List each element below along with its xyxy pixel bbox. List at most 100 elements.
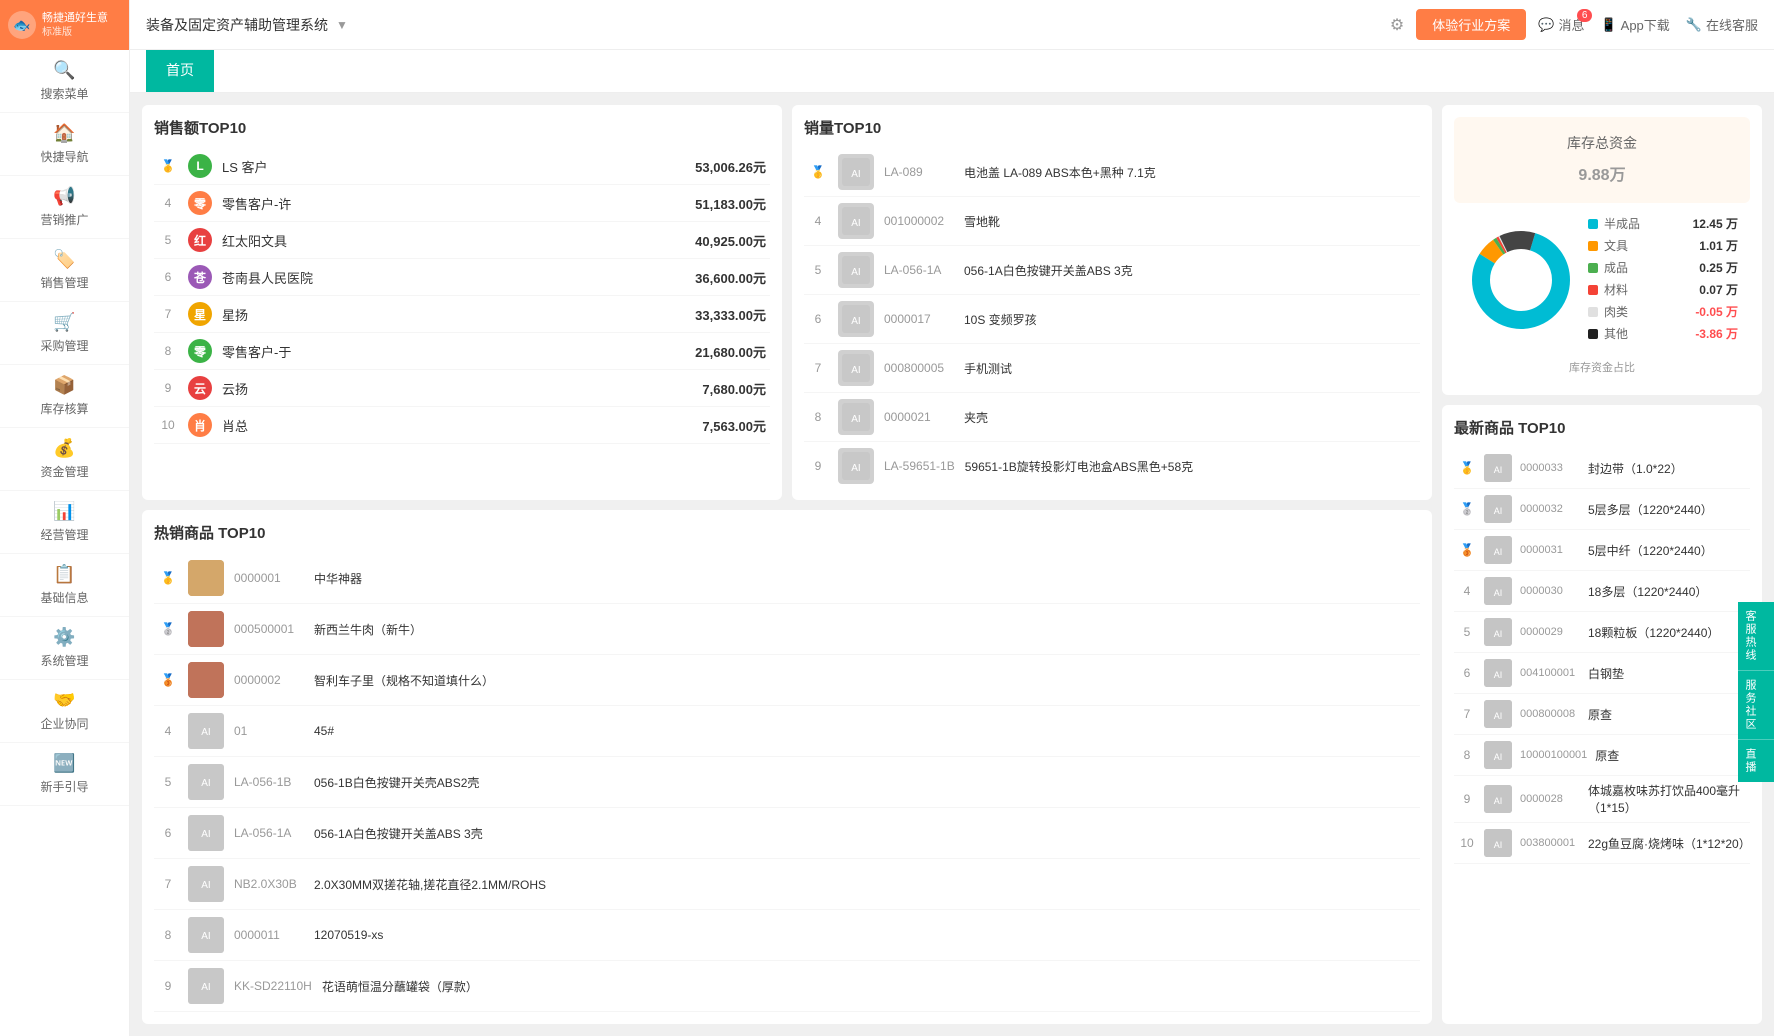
product-img: AI — [188, 968, 224, 1004]
product-name: 体城嘉枚味苏打饮品400毫升（1*15） — [1588, 782, 1746, 816]
hot-product-row: 🥈 000500001 新西兰牛肉（新牛） — [154, 604, 1420, 655]
rank-number: 🥈 — [1458, 502, 1476, 516]
donut-chart — [1466, 225, 1576, 338]
svg-text:AI: AI — [201, 778, 210, 789]
customer-name: 肖总 — [222, 416, 692, 435]
inventory-card: 库存总资金 9.88万 — [1442, 105, 1762, 395]
rank-number: 🥇 — [158, 571, 178, 585]
sidebar-item-guide[interactable]: 🆕 新手引导 — [0, 743, 129, 806]
sidebar-item-label-enterprise: 企业协同 — [40, 715, 88, 732]
sidebar-item-operations[interactable]: 📊 经营管理 — [0, 491, 129, 554]
product-code: 001000002 — [884, 214, 954, 228]
sidebar-item-purchase[interactable]: 🛒 采购管理 — [0, 302, 129, 365]
top-customers-card: 销售额TOP10 🥇 L LS 客户 53,006.26元 4 零 零售客户-许… — [142, 105, 782, 500]
legend-name: 半成品 — [1604, 215, 1687, 232]
product-name: 中华神器 — [314, 570, 1416, 587]
sidebar-item-quicknav[interactable]: 🏠 快捷导航 — [0, 113, 129, 176]
sidebar-item-label-quicknav: 快捷导航 — [40, 148, 88, 165]
sidebar-item-label-operations: 经营管理 — [40, 526, 88, 543]
customer-amount: 33,333.00元 — [695, 305, 766, 324]
newest-product-row: 6 AI 004100001 白钢垫 — [1454, 653, 1750, 694]
top-customer-row: 5 红 红太阳文具 40,925.00元 — [154, 222, 770, 259]
newest-products-title-text: 最新商品 TOP10 — [1454, 417, 1565, 438]
sidebar-item-sales[interactable]: 🏷️ 销售管理 — [0, 239, 129, 302]
product-name: 45# — [314, 724, 1416, 738]
rank-number: 8 — [158, 344, 178, 358]
gear-button[interactable]: ⚙ — [1390, 15, 1404, 35]
sidebar-item-sysadmin[interactable]: ⚙️ 系统管理 — [0, 617, 129, 680]
top-products-sold-title: 销量TOP10 — [804, 117, 1420, 138]
product-name: 2.0X30MM双搓花轴,搓花直径2.1MM/ROHS — [314, 876, 1416, 893]
customer-amount: 51,183.00元 — [695, 194, 766, 213]
rank-number: 7 — [1458, 707, 1476, 721]
product-name: 手机测试 — [964, 360, 1416, 377]
sidebar-item-marketing[interactable]: 📢 营销推广 — [0, 176, 129, 239]
svg-text:AI: AI — [201, 829, 210, 840]
rank-number: 8 — [808, 410, 828, 424]
top-customer-row: 9 云 云扬 7,680.00元 — [154, 370, 770, 407]
sidebar-item-label-guide: 新手引导 — [40, 778, 88, 795]
rank-number: 🥇 — [1458, 461, 1476, 475]
float-button[interactable]: 客服热线 — [1738, 602, 1774, 671]
product-img: AI — [1484, 659, 1512, 687]
product-img: AI — [188, 764, 224, 800]
sidebar-item-inventory[interactable]: 📦 库存核算 — [0, 365, 129, 428]
marketing-icon: 📢 — [53, 186, 75, 207]
hot-product-row: 7 AI NB2.0X30B 2.0X30MM双搓花轴,搓花直径2.1MM/RO… — [154, 859, 1420, 910]
sidebar-item-label-sales: 销售管理 — [40, 274, 88, 291]
product-img: AI — [1484, 495, 1512, 523]
float-button[interactable]: 服务社区 — [1738, 671, 1774, 740]
product-name: 智利车子里（规格不知道填什么） — [314, 672, 1416, 689]
app-subtitle: 标准版 — [42, 26, 108, 39]
product-name: 18多层（1220*2440） — [1588, 583, 1746, 600]
product-img: AI — [838, 301, 874, 337]
customer-name: LS 客户 — [222, 157, 685, 176]
svg-text:AI: AI — [851, 316, 860, 327]
top-customer-row: 6 苍 苍南县人民医院 36,600.00元 — [154, 259, 770, 296]
newest-products-title: 最新商品 TOP10 — [1454, 417, 1750, 438]
float-button[interactable]: 直播 — [1738, 740, 1774, 782]
sidebar-item-basicinfo[interactable]: 📋 基础信息 — [0, 554, 129, 617]
online-service-button[interactable]: 🔧 在线客服 — [1686, 15, 1758, 34]
legend-value: -0.05 万 — [1695, 303, 1738, 320]
product-img: AI — [1484, 618, 1512, 646]
dropdown-icon[interactable]: ▼ — [336, 18, 348, 32]
product-name: 056-1B白色按键开关壳ABS2壳 — [314, 774, 1416, 791]
rank-number: 5 — [158, 233, 178, 247]
messages-badge: 6 — [1577, 9, 1593, 22]
legend-item: 肉类 -0.05 万 — [1588, 303, 1738, 320]
svg-text:AI: AI — [1494, 506, 1503, 516]
sidebar-item-enterprise[interactable]: 🤝 企业协同 — [0, 680, 129, 743]
product-img: AI — [838, 399, 874, 435]
legend-dot — [1588, 219, 1598, 229]
product-img — [188, 662, 224, 698]
legend-name: 成品 — [1604, 259, 1693, 276]
rank-number: 7 — [158, 307, 178, 321]
customer-name: 零售客户-于 — [222, 342, 685, 361]
messages-button[interactable]: 💬 消息 6 — [1538, 15, 1584, 34]
tab-home[interactable]: 首页 — [146, 50, 214, 92]
hot-products-title: 热销商品 TOP10 — [154, 522, 1420, 543]
product-code: LA-056-1A — [234, 826, 304, 840]
sidebar-item-finance[interactable]: 💰 资金管理 — [0, 428, 129, 491]
rank-number: 🥇 — [158, 159, 178, 173]
trial-button[interactable]: 体验行业方案 — [1416, 9, 1526, 40]
rank-number: 5 — [1458, 625, 1476, 639]
product-img — [188, 611, 224, 647]
system-name: 装备及固定资产辅助管理系统 ▼ — [146, 15, 1378, 35]
svg-text:AI: AI — [201, 727, 210, 738]
content-left: 销售额TOP10 🥇 L LS 客户 53,006.26元 4 零 零售客户-许… — [142, 105, 1432, 1024]
svg-text:AI: AI — [851, 414, 860, 425]
legend-value: 1.01 万 — [1699, 237, 1738, 254]
sidebar-item-search[interactable]: 🔍 搜索菜单 — [0, 50, 129, 113]
donut-section: 半成品 12.45 万 文具 1.01 万 成品 0.25 万 材料 0.07 … — [1454, 203, 1750, 359]
hot-products-title-text: 热销商品 TOP10 — [154, 522, 265, 543]
app-download-button[interactable]: 📱 App下载 — [1600, 15, 1669, 34]
legend-value: 12.45 万 — [1693, 215, 1738, 232]
operations-icon: 📊 — [53, 501, 75, 522]
legend-item: 成品 0.25 万 — [1588, 259, 1738, 276]
sidebar-nav: 🔍 搜索菜单 🏠 快捷导航 📢 营销推广 🏷️ 销售管理 🛒 采购管理 📦 库存… — [0, 50, 129, 1036]
top-products-sold-card: 销量TOP10 🥇 AI LA-089 电池盖 LA-089 ABS本色+黑种 … — [792, 105, 1432, 500]
inventory-icon: 📦 — [53, 375, 75, 396]
customer-name: 零售客户-许 — [222, 194, 685, 213]
